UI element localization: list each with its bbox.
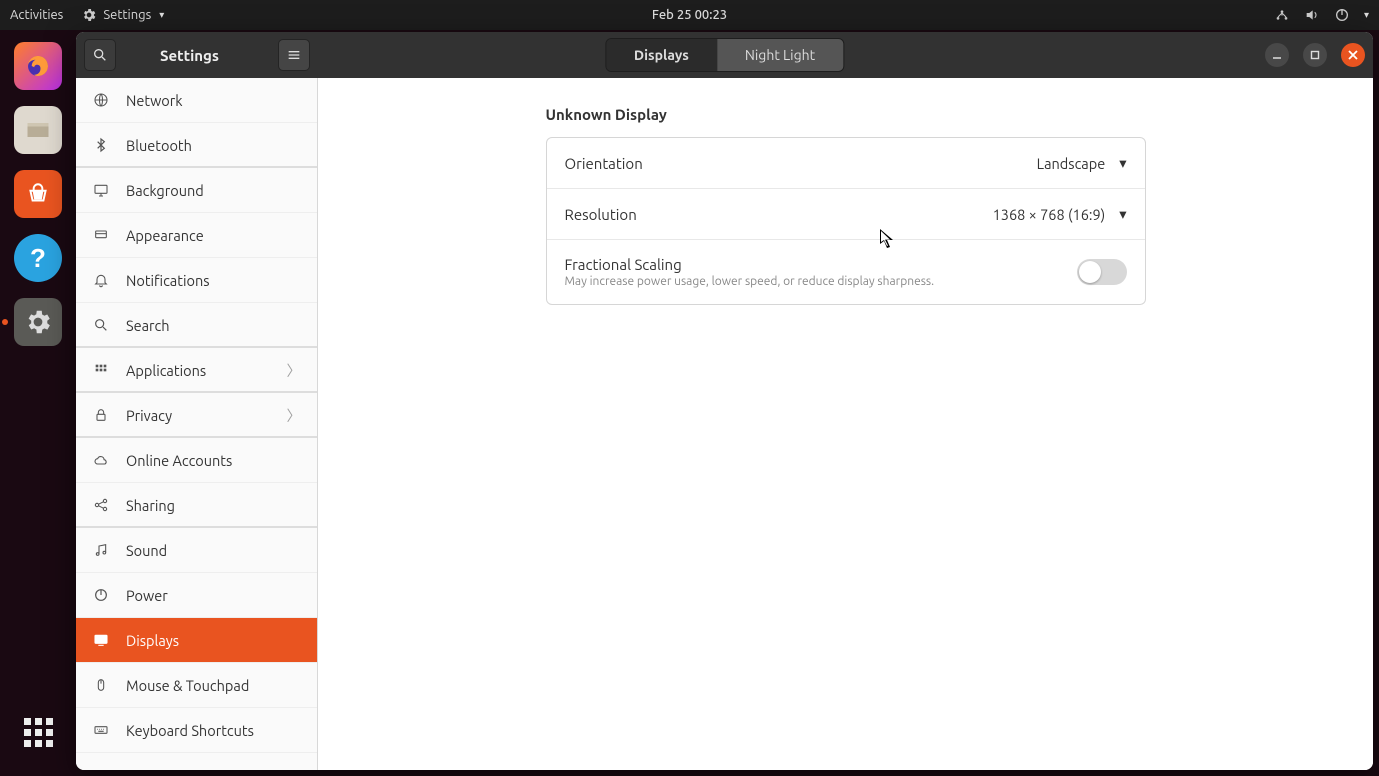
sidebar-item-sharing[interactable]: Sharing: [76, 483, 317, 528]
fractional-scaling-label: Fractional Scaling: [565, 256, 935, 273]
sidebar-item-keyboard[interactable]: Keyboard Shortcuts: [76, 708, 317, 753]
display-icon: [92, 631, 110, 649]
sidebar-item-online-accounts[interactable]: Online Accounts: [76, 438, 317, 483]
sidebar-item-bluetooth[interactable]: Bluetooth: [76, 123, 317, 168]
desktop-icon: [92, 181, 110, 199]
sidebar-item-search[interactable]: Search: [76, 303, 317, 348]
resolution-row[interactable]: Resolution 1368 × 768 (16:9) ▾: [547, 189, 1145, 240]
sidebar-item-label: Applications: [126, 362, 206, 379]
sidebar-item-power[interactable]: Power: [76, 573, 317, 618]
resolution-value: 1368 × 768 (16:9): [993, 206, 1106, 223]
topbar-app-menu[interactable]: Settings ▾: [81, 7, 164, 23]
share-icon: [92, 496, 110, 514]
chevron-down-icon: ▾: [159, 9, 164, 21]
fractional-scaling-sub: May increase power usage, lower speed, o…: [565, 275, 935, 288]
topbar-app-label: Settings: [103, 8, 151, 22]
apps-grid-icon: [24, 718, 53, 747]
dock: ?: [0, 30, 76, 776]
mouse-icon: [92, 676, 110, 694]
sidebar-item-label: Sharing: [126, 497, 175, 514]
sidebar-item-label: Online Accounts: [126, 452, 232, 469]
power-icon: [92, 586, 110, 604]
cloud-icon: [92, 451, 110, 469]
sidebar-item-label: Network: [126, 92, 183, 109]
orientation-row[interactable]: Orientation Landscape ▾: [547, 138, 1145, 189]
sidebar-item-label: Bluetooth: [126, 137, 192, 154]
sidebar-item-notifications[interactable]: Notifications: [76, 258, 317, 303]
settings-sidebar: Network Bluetooth Background Appearance …: [76, 78, 318, 770]
topbar-datetime[interactable]: Feb 25 00:23: [652, 8, 727, 22]
fractional-scaling-row: Fractional Scaling May increase power us…: [547, 240, 1145, 304]
sidebar-item-label: Privacy: [126, 407, 172, 424]
window-close[interactable]: [1341, 43, 1365, 67]
view-switcher: Displays Night Light: [605, 38, 844, 72]
dock-settings[interactable]: [14, 298, 62, 346]
appearance-icon: [92, 226, 110, 244]
apps-icon: [92, 361, 110, 379]
window-maximize[interactable]: [1303, 43, 1327, 67]
tab-night-light[interactable]: Night Light: [717, 39, 843, 71]
dock-firefox[interactable]: [14, 42, 62, 90]
chevron-down-icon[interactable]: ▾: [1364, 9, 1369, 21]
bluetooth-icon: [92, 136, 110, 154]
globe-icon: [92, 91, 110, 109]
chevron-right-icon: 〉: [287, 405, 302, 426]
music-icon: [92, 541, 110, 559]
window-minimize[interactable]: [1265, 43, 1289, 67]
dock-files[interactable]: [14, 106, 62, 154]
search-button[interactable]: [84, 39, 116, 71]
dock-help[interactable]: ?: [14, 234, 62, 282]
sidebar-item-label: Background: [126, 182, 204, 199]
tab-displays[interactable]: Displays: [606, 39, 717, 71]
sidebar-item-label: Search: [126, 317, 170, 334]
sidebar-item-network[interactable]: Network: [76, 78, 317, 123]
orientation-value: Landscape: [1037, 155, 1106, 172]
power-icon[interactable]: [1334, 7, 1350, 23]
chevron-down-icon: ▾: [1119, 154, 1126, 172]
resolution-label: Resolution: [565, 206, 637, 223]
sidebar-item-appearance[interactable]: Appearance: [76, 213, 317, 258]
question-icon: ?: [30, 243, 46, 274]
volume-icon[interactable]: [1304, 7, 1320, 23]
bell-icon: [92, 271, 110, 289]
sidebar-item-mouse[interactable]: Mouse & Touchpad: [76, 663, 317, 708]
search-icon: [92, 47, 108, 63]
top-bar: Activities Settings ▾ Feb 25 00:23 ▾: [0, 0, 1379, 30]
chevron-down-icon: ▾: [1119, 205, 1126, 223]
sidebar-item-sound[interactable]: Sound: [76, 528, 317, 573]
sidebar-item-label: Displays: [126, 632, 179, 649]
lock-icon: [92, 406, 110, 424]
display-name-title: Unknown Display: [546, 106, 1146, 123]
sidebar-item-displays[interactable]: Displays: [76, 618, 317, 663]
activities-button[interactable]: Activities: [10, 8, 63, 22]
sidebar-item-applications[interactable]: Applications 〉: [76, 348, 317, 393]
orientation-label: Orientation: [565, 155, 643, 172]
hamburger-icon: [286, 47, 302, 63]
window-header: Settings Displays Night Light: [76, 32, 1373, 78]
fractional-scaling-toggle[interactable]: [1077, 259, 1127, 285]
sidebar-item-label: Sound: [126, 542, 167, 559]
search-icon: [92, 316, 110, 334]
settings-window: Settings Displays Night Light Network Bl…: [76, 32, 1373, 770]
hamburger-button[interactable]: [278, 39, 310, 71]
keyboard-icon: [92, 721, 110, 739]
sidebar-item-label: Mouse & Touchpad: [126, 677, 249, 694]
sidebar-item-label: Keyboard Shortcuts: [126, 722, 254, 739]
sidebar-item-label: Appearance: [126, 227, 204, 244]
sidebar-item-background[interactable]: Background: [76, 168, 317, 213]
content-area: Unknown Display Orientation Landscape ▾ …: [318, 78, 1373, 770]
sidebar-item-privacy[interactable]: Privacy 〉: [76, 393, 317, 438]
sidebar-item-label: Power: [126, 587, 168, 604]
sidebar-item-label: Notifications: [126, 272, 210, 289]
dock-software[interactable]: [14, 170, 62, 218]
gear-icon: [81, 7, 97, 23]
display-settings-panel: Orientation Landscape ▾ Resolution 1368 …: [546, 137, 1146, 305]
chevron-right-icon: 〉: [287, 360, 302, 381]
window-title: Settings: [160, 47, 219, 64]
dock-show-apps[interactable]: [14, 708, 62, 756]
network-icon[interactable]: [1274, 7, 1290, 23]
